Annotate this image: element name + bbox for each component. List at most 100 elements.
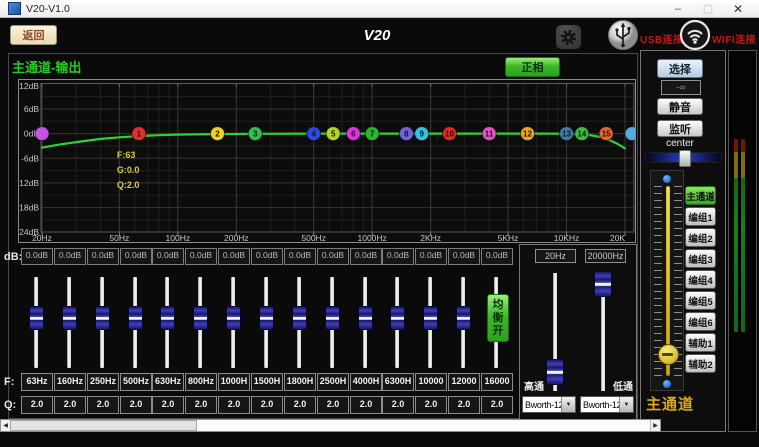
band-q-value-14[interactable]: 2.0 — [448, 396, 480, 414]
output-button-6[interactable]: 编组5 — [685, 291, 716, 310]
phase-button[interactable]: 正相 — [505, 57, 560, 77]
svg-text:1: 1 — [137, 129, 142, 138]
hpf-slider-handle[interactable] — [546, 359, 564, 385]
band-fader-handle-11[interactable] — [358, 306, 373, 330]
band-freq-value-2[interactable]: 160Hz — [54, 373, 86, 391]
band-freq-value-8[interactable]: 1500H — [251, 373, 283, 391]
maximize-button[interactable]: ▢ — [693, 0, 723, 18]
band-freq-value-1[interactable]: 63Hz — [21, 373, 53, 391]
band-fader-handle-10[interactable] — [325, 306, 340, 330]
band-fader-handle-4[interactable] — [128, 306, 143, 330]
scrollbar-thumb[interactable] — [10, 420, 197, 431]
band-fader-handle-12[interactable] — [390, 306, 405, 330]
band-freq-value-3[interactable]: 250Hz — [87, 373, 119, 391]
svg-text:7: 7 — [370, 129, 375, 138]
band-fader-handle-8[interactable] — [259, 306, 274, 330]
eq-enable-button[interactable]: 均衡开 — [487, 294, 509, 342]
band-freq-value-15[interactable]: 16000 — [481, 373, 513, 391]
db-row-label: dB: — [4, 251, 22, 263]
hpf-point[interactable] — [35, 127, 49, 141]
select-button[interactable]: 选择 — [657, 59, 703, 78]
pan-slider-handle[interactable] — [679, 150, 691, 167]
output-button-3[interactable]: 编组2 — [685, 228, 716, 247]
band-fader-handle-2[interactable] — [62, 306, 77, 330]
band-freq-value-9[interactable]: 1800H — [284, 373, 316, 391]
band-gain-value-1: 0.0dB — [21, 248, 53, 265]
band-fader-handle-14[interactable] — [456, 306, 471, 330]
lpf-slider-handle[interactable] — [594, 271, 612, 297]
lpf-type-select[interactable]: Bworth-12 ▼ — [580, 396, 634, 413]
svg-text:5: 5 — [331, 129, 336, 138]
band-q-value-6[interactable]: 2.0 — [185, 396, 217, 414]
band-freq-value-7[interactable]: 1000H — [218, 373, 250, 391]
band-q-value-8[interactable]: 2.0 — [251, 396, 283, 414]
band-fader-handle-13[interactable] — [423, 306, 438, 330]
output-button-2[interactable]: 编组1 — [685, 207, 716, 226]
band-fader-handle-7[interactable] — [226, 306, 241, 330]
svg-text:8: 8 — [404, 129, 409, 138]
band-fader-handle-3[interactable] — [95, 306, 110, 330]
svg-text:F:63: F:63 — [117, 150, 136, 160]
horizontal-scrollbar[interactable]: ◀ ▶ — [0, 419, 661, 432]
svg-text:Q:2.0: Q:2.0 — [117, 180, 140, 190]
close-button[interactable]: ✕ — [723, 0, 753, 18]
eq-graph-svg: 20Hz50Hz100Hz200Hz500Hz1000Hz2KHz5KHz10K… — [19, 80, 635, 242]
pan-slider[interactable] — [645, 152, 722, 163]
band-q-value-12[interactable]: 2.0 — [382, 396, 414, 414]
band-q-value-2[interactable]: 2.0 — [54, 396, 86, 414]
band-q-value-10[interactable]: 2.0 — [317, 396, 349, 414]
meter-green-segment — [741, 178, 745, 332]
band-fader-handle-1[interactable] — [29, 306, 44, 330]
band-q-value-5[interactable]: 2.0 — [152, 396, 184, 414]
output-button-1[interactable]: 主通道 — [685, 186, 716, 205]
svg-text:3: 3 — [253, 129, 258, 138]
band-q-value-3[interactable]: 2.0 — [87, 396, 119, 414]
output-button-4[interactable]: 编组3 — [685, 249, 716, 268]
minimize-button[interactable]: – — [663, 0, 693, 18]
lpf-dropdown-arrow-icon[interactable]: ▼ — [619, 397, 633, 412]
band-fader-9 — [284, 270, 314, 374]
band-fader-handle-9[interactable] — [292, 306, 307, 330]
band-freq-value-11[interactable]: 4000H — [350, 373, 382, 391]
lpf-frequency-display: 20000Hz — [585, 249, 626, 263]
channel-fader-handle[interactable] — [658, 344, 679, 365]
band-fader-handle-6[interactable] — [193, 306, 208, 330]
band-q-value-11[interactable]: 2.0 — [350, 396, 382, 414]
app-window: V20-V1.0 – ▢ ✕ 返回 V20 — [0, 0, 759, 447]
output-button-5[interactable]: 编组4 — [685, 270, 716, 289]
back-button[interactable]: 返回 — [10, 25, 57, 45]
band-freq-value-13[interactable]: 10000 — [415, 373, 447, 391]
band-freq-value-5[interactable]: 630Hz — [152, 373, 184, 391]
band-q-value-7[interactable]: 2.0 — [218, 396, 250, 414]
band-gain-value-3: 0.0dB — [87, 248, 119, 265]
freq-row-label: F: — [4, 376, 14, 388]
output-button-7[interactable]: 编组6 — [685, 312, 716, 331]
level-meter-bar-right — [741, 51, 745, 433]
mute-button[interactable]: 静音 — [657, 98, 703, 115]
band-freq-value-4[interactable]: 500Hz — [120, 373, 152, 391]
eq-graph[interactable]: 20Hz50Hz100Hz200Hz500Hz1000Hz2KHz5KHz10K… — [18, 79, 636, 243]
monitor-button[interactable]: 监听 — [657, 120, 703, 137]
meter-red-segment — [734, 139, 738, 152]
band-q-value-1[interactable]: 2.0 — [21, 396, 53, 414]
hpf-dropdown-arrow-icon[interactable]: ▼ — [561, 397, 575, 412]
band-freq-value-10[interactable]: 2500H — [317, 373, 349, 391]
output-button-9[interactable]: 辅助2 — [685, 354, 716, 373]
band-fader-handle-5[interactable] — [160, 306, 175, 330]
band-q-value-9[interactable]: 2.0 — [284, 396, 316, 414]
band-q-value-13[interactable]: 2.0 — [415, 396, 447, 414]
band-freq-value-12[interactable]: 6300H — [382, 373, 414, 391]
lpf-point[interactable] — [625, 127, 635, 141]
level-meter-bar-left — [734, 51, 738, 433]
svg-text:-6dB: -6dB — [21, 153, 39, 163]
scrollbar-right-arrow-icon[interactable]: ▶ — [650, 420, 660, 431]
band-q-value-4[interactable]: 2.0 — [120, 396, 152, 414]
band-freq-value-14[interactable]: 12000 — [448, 373, 480, 391]
svg-text:2: 2 — [215, 129, 220, 138]
hpf-type-select[interactable]: Bworth-12 ▼ — [522, 396, 576, 413]
settings-gear-icon[interactable] — [556, 25, 581, 49]
band-freq-value-6[interactable]: 800Hz — [185, 373, 217, 391]
band-fader-11 — [350, 270, 380, 374]
output-button-8[interactable]: 辅助1 — [685, 333, 716, 352]
band-q-value-15[interactable]: 2.0 — [481, 396, 513, 414]
